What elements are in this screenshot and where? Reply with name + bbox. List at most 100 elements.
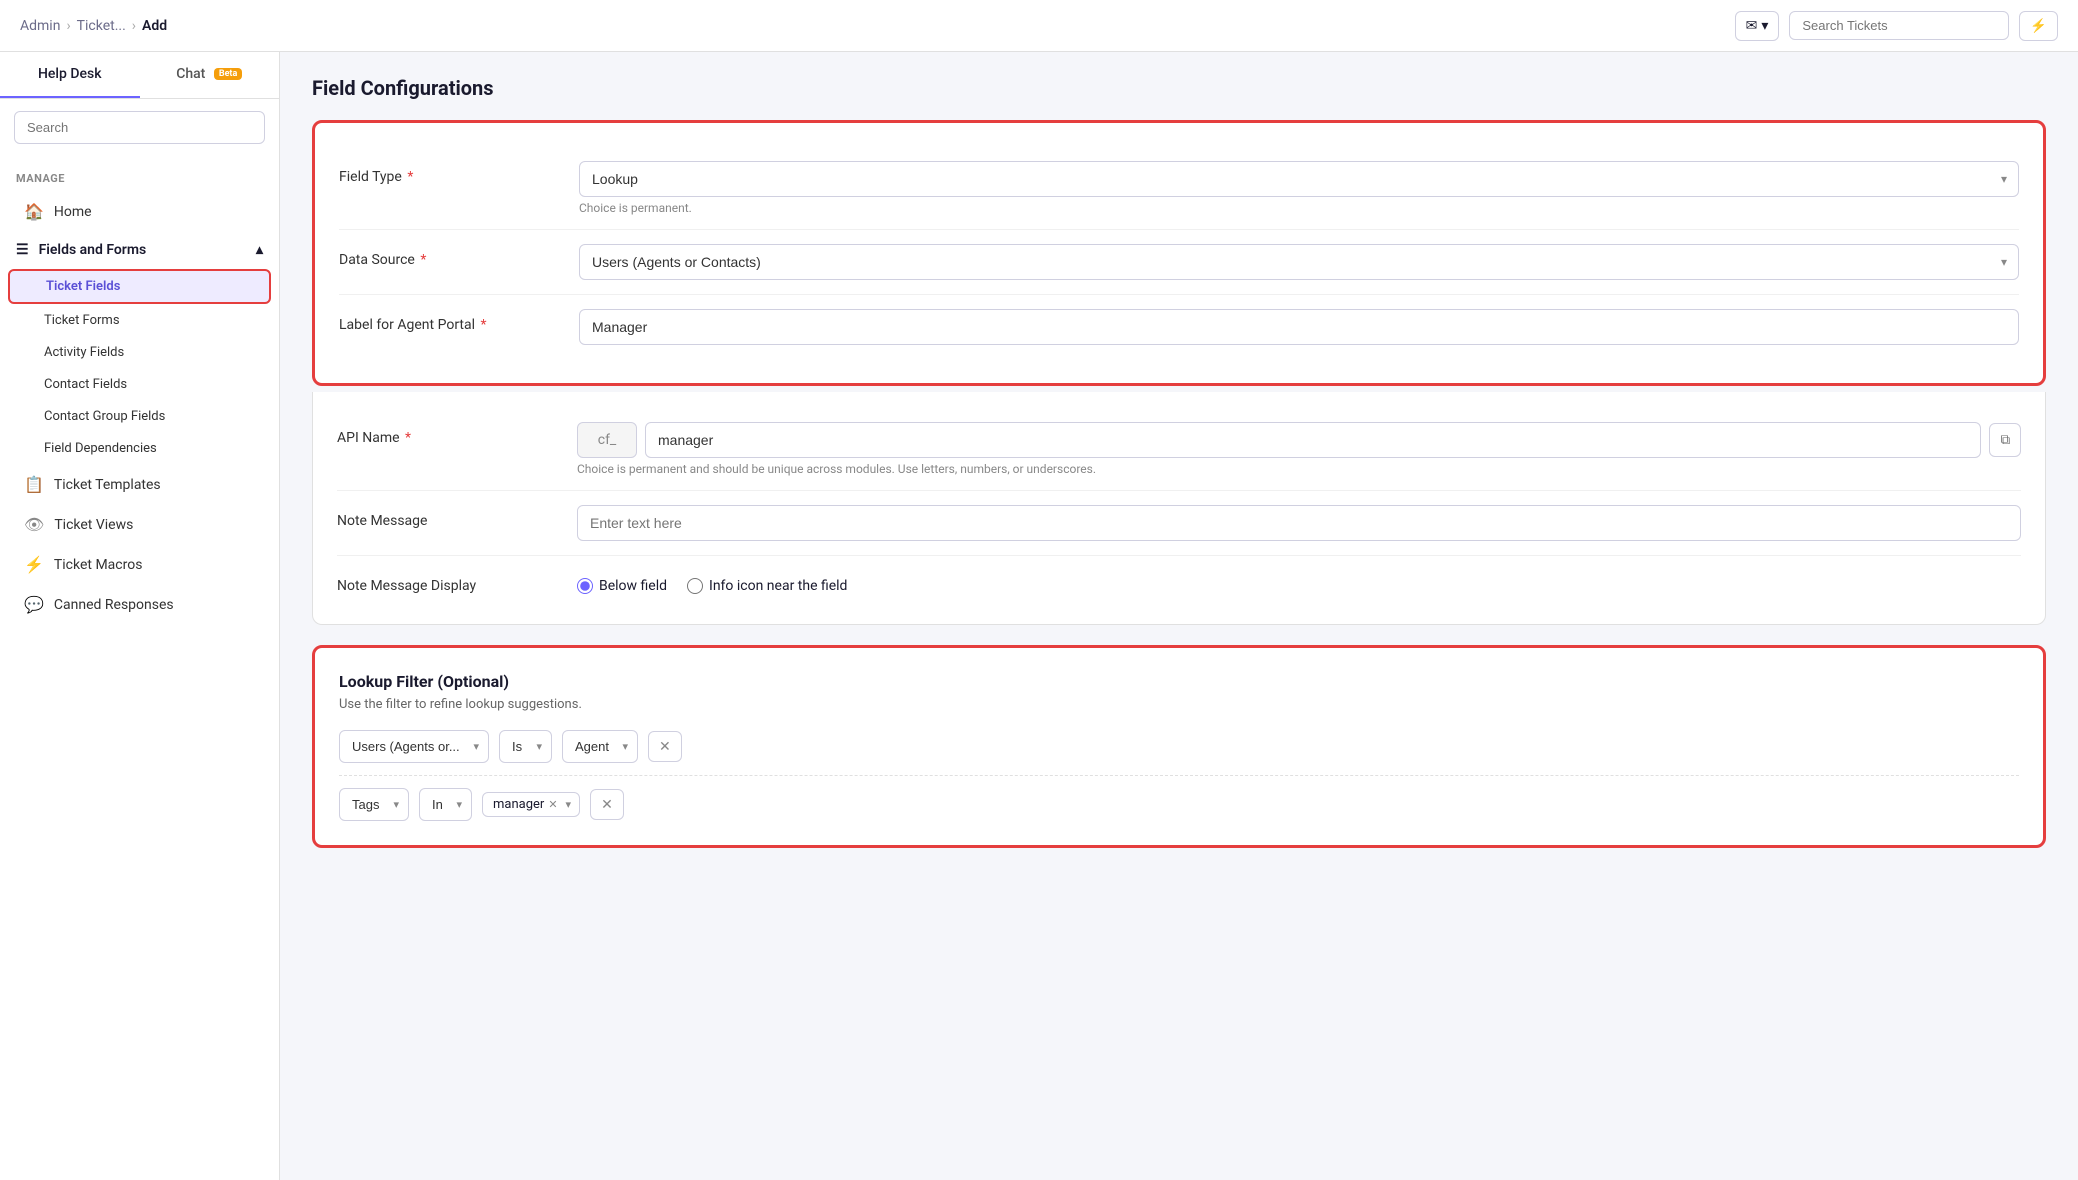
required-star: *: [404, 169, 414, 185]
breadcrumb-ticket[interactable]: Ticket...: [77, 18, 126, 34]
templates-icon: 📋: [24, 475, 44, 494]
topbar-left: Admin › Ticket... › Add: [20, 18, 167, 34]
filter-field-1-wrapper[interactable]: Users (Agents or... ▾: [339, 730, 489, 763]
field-type-label: Field Type *: [339, 161, 579, 185]
copy-button[interactable]: ⧉: [1989, 423, 2021, 457]
tag-value: manager: [493, 797, 544, 812]
filter-button[interactable]: ⚡: [2019, 11, 2058, 41]
filter-row-1: Users (Agents or... ▾ Is ▾ Agent ▾ ✕: [339, 730, 2019, 776]
filter-operator-1-select[interactable]: Is: [499, 730, 552, 763]
field-configurations-card: Field Type * Lookup ▾ Choice is permanen…: [312, 120, 2046, 386]
fields-and-forms-label: Fields and Forms: [39, 242, 147, 258]
chevron-up-icon: ▴: [256, 242, 263, 258]
radio-group: Below field Info icon near the field: [577, 570, 2021, 594]
filter-operator-1-wrapper[interactable]: Is ▾: [499, 730, 552, 763]
fields-and-forms-group[interactable]: ☰ Fields and Forms ▴: [0, 232, 279, 268]
filter-operator-2-wrapper[interactable]: In ▾: [419, 788, 472, 821]
radio-below-input[interactable]: [577, 578, 593, 594]
sidebar-item-ticket-views[interactable]: 👁 Ticket Views: [8, 505, 271, 544]
data-source-label: Data Source *: [339, 244, 579, 268]
field-type-select[interactable]: Lookup: [579, 161, 2019, 197]
sidebar-item-label-macros: Ticket Macros: [54, 557, 143, 573]
radio-icon-label: Info icon near the field: [709, 578, 847, 594]
breadcrumb: Admin › Ticket... › Add: [20, 18, 167, 34]
api-name-label: API Name *: [337, 422, 577, 446]
sidebar-item-home[interactable]: 🏠 Home: [8, 192, 271, 231]
sidebar-item-activity-fields[interactable]: Activity Fields: [8, 337, 271, 368]
topbar-icon-button[interactable]: ✉ ▾: [1735, 11, 1780, 41]
fields-icon: ☰: [16, 242, 29, 258]
field-type-select-wrapper[interactable]: Lookup ▾: [579, 161, 2019, 197]
filter-value-1-wrapper[interactable]: Agent ▾: [562, 730, 638, 763]
sidebar-item-canned-responses[interactable]: 💬 Canned Responses: [8, 585, 271, 624]
data-source-select[interactable]: Users (Agents or Contacts): [579, 244, 2019, 280]
sidebar-item-ticket-fields[interactable]: Ticket Fields: [8, 269, 271, 304]
breadcrumb-add: Add: [142, 18, 167, 34]
radio-below-field[interactable]: Below field: [577, 578, 667, 594]
note-message-display-label: Note Message Display: [337, 570, 577, 594]
filter-field-2-wrapper[interactable]: Tags ▾: [339, 788, 409, 821]
tab-helpdesk[interactable]: Help Desk: [0, 52, 140, 98]
sidebar-item-ticket-templates[interactable]: 📋 Ticket Templates: [8, 465, 271, 504]
filter-operator-2-select[interactable]: In: [419, 788, 472, 821]
topbar-search-input[interactable]: [1802, 18, 1996, 33]
sidebar-search[interactable]: [0, 99, 279, 156]
sidebar-item-field-dependencies[interactable]: Field Dependencies: [8, 433, 271, 464]
note-message-display-row: Note Message Display Below field Info ic…: [337, 556, 2021, 608]
main-content: Field Configurations Field Type * Lookup…: [280, 52, 2078, 1180]
label-agent-portal-field: [579, 309, 2019, 345]
sidebar-item-label-views: Ticket Views: [54, 517, 133, 533]
data-source-field: Users (Agents or Contacts) ▾: [579, 244, 2019, 280]
field-type-row: Field Type * Lookup ▾ Choice is permanen…: [339, 147, 2019, 230]
mail-icon: ✉: [1746, 18, 1758, 34]
topbar: Admin › Ticket... › Add ✉ ▾ ⚡: [0, 0, 2078, 52]
data-source-row: Data Source * Users (Agents or Contacts)…: [339, 230, 2019, 295]
sidebar-item-contact-fields[interactable]: Contact Fields: [8, 369, 271, 400]
label-agent-portal-input[interactable]: [579, 309, 2019, 345]
field-type-field: Lookup ▾ Choice is permanent.: [579, 161, 2019, 215]
lookup-filter-card: Lookup Filter (Optional) Use the filter …: [312, 645, 2046, 848]
api-name-hint: Choice is permanent and should be unique…: [577, 462, 2021, 476]
breadcrumb-admin[interactable]: Admin: [20, 18, 60, 34]
filter-row-2: Tags ▾ In ▾ manager ✕ ▾ ✕: [339, 788, 2019, 821]
sidebar-item-label-canned: Canned Responses: [54, 597, 174, 613]
radio-icon-input[interactable]: [687, 578, 703, 594]
filter-row-2-remove-button[interactable]: ✕: [590, 789, 624, 820]
filter-value-2-tag-wrapper[interactable]: manager ✕ ▾: [482, 792, 580, 817]
sidebar-item-ticket-macros[interactable]: ⚡ Ticket Macros: [8, 545, 271, 584]
sidebar-item-contact-group-fields[interactable]: Contact Group Fields: [8, 401, 271, 432]
filter-value-1-select[interactable]: Agent: [562, 730, 638, 763]
note-message-input[interactable]: [577, 505, 2021, 541]
radio-below-label: Below field: [599, 578, 667, 594]
filter-row-1-remove-button[interactable]: ✕: [648, 731, 682, 762]
filter-value-2-tag: manager ✕: [493, 797, 558, 812]
tag-remove-icon[interactable]: ✕: [548, 798, 557, 811]
api-name-input[interactable]: [645, 422, 1981, 458]
api-name-card: API Name * cf_ ⧉ Choice is permanent and…: [312, 392, 2046, 625]
label-agent-portal-row: Label for Agent Portal *: [339, 295, 2019, 359]
api-name-row: API Name * cf_ ⧉ Choice is permanent and…: [337, 408, 2021, 491]
lookup-filter-title: Lookup Filter (Optional): [339, 672, 2019, 691]
sidebar-item-label-templates: Ticket Templates: [54, 477, 161, 493]
sidebar-item-ticket-forms[interactable]: Ticket Forms: [8, 305, 271, 336]
field-type-hint: Choice is permanent.: [579, 201, 2019, 215]
data-source-select-wrapper[interactable]: Users (Agents or Contacts) ▾: [579, 244, 2019, 280]
api-name-input-row: cf_ ⧉: [577, 422, 2021, 458]
filter-field-2-select[interactable]: Tags: [339, 788, 409, 821]
api-prefix: cf_: [577, 422, 637, 458]
tab-chat[interactable]: Chat Beta: [140, 52, 280, 98]
home-icon: 🏠: [24, 202, 44, 221]
sidebar-item-label-home: Home: [54, 204, 92, 220]
note-message-display-field: Below field Info icon near the field: [577, 570, 2021, 594]
sidebar-section-manage: MANAGE 🏠 Home ☰ Fields and Forms ▴ Ticke…: [0, 156, 279, 631]
radio-info-icon[interactable]: Info icon near the field: [687, 578, 847, 594]
sidebar-search-input[interactable]: [14, 111, 265, 144]
layout: Help Desk Chat Beta MANAGE 🏠 Home ☰ Fiel…: [0, 52, 2078, 1180]
tag-chevron-icon: ▾: [566, 798, 572, 811]
api-name-field: cf_ ⧉ Choice is permanent and should be …: [577, 422, 2021, 476]
sidebar-tabs: Help Desk Chat Beta: [0, 52, 279, 99]
sidebar: Help Desk Chat Beta MANAGE 🏠 Home ☰ Fiel…: [0, 52, 280, 1180]
topbar-search-box[interactable]: [1789, 11, 2009, 40]
filter-field-1-select[interactable]: Users (Agents or...: [339, 730, 489, 763]
macros-icon: ⚡: [24, 555, 44, 574]
